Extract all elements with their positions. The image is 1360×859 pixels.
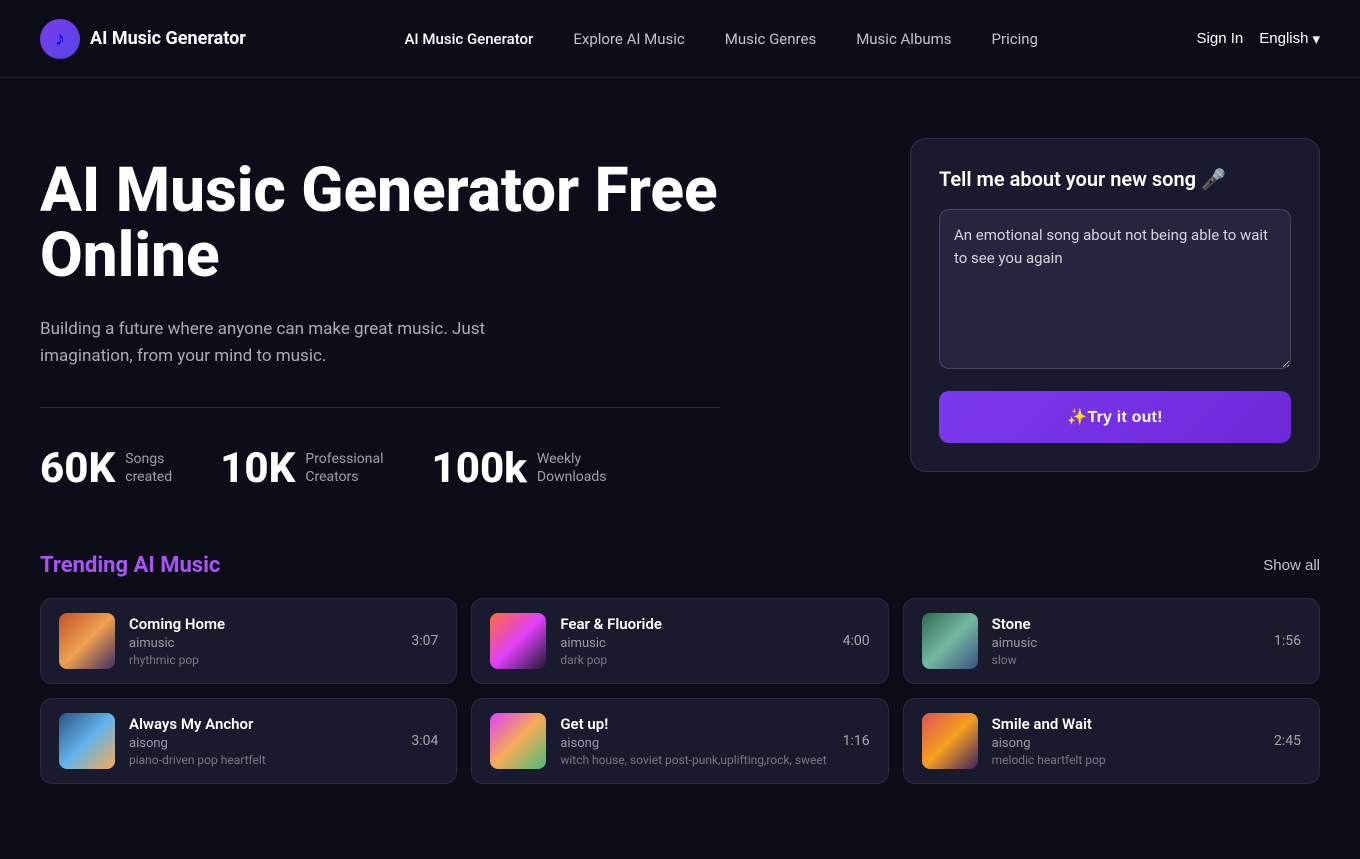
- track-card-fear-fluoride[interactable]: Fear & Fluoride aimusic dark pop 4:00: [471, 598, 888, 684]
- hero-left: AI Music Generator Free Online Building …: [40, 138, 870, 493]
- track-genre: witch house, soviet post-punk,uplifting,…: [560, 753, 828, 767]
- track-info-stone: Stone aimusic slow: [992, 615, 1260, 667]
- track-genre: slow: [992, 653, 1260, 667]
- track-artist: aimusic: [129, 636, 397, 651]
- track-name: Smile and Wait: [992, 715, 1260, 733]
- track-duration: 1:56: [1274, 633, 1301, 649]
- track-duration: 3:07: [411, 633, 438, 649]
- track-card-coming-home[interactable]: Coming Home aimusic rhythmic pop 3:07: [40, 598, 457, 684]
- song-generator-card: Tell me about your new song 🎤 ✨Try it ou…: [910, 138, 1320, 472]
- stat-creators-label: Professional Creators: [305, 450, 383, 486]
- track-artist: aisong: [560, 736, 828, 751]
- track-duration: 1:16: [843, 733, 870, 749]
- show-all-button[interactable]: Show all: [1263, 557, 1320, 574]
- track-thumbnail-get-up: [490, 713, 546, 769]
- trending-section: Trending AI Music Show all Coming Home a…: [0, 533, 1360, 824]
- track-card-smile-and-wait[interactable]: Smile and Wait aisong melodic heartfelt …: [903, 698, 1320, 784]
- track-duration: 2:45: [1274, 733, 1301, 749]
- track-artist: aisong: [129, 736, 397, 751]
- hero-divider: [40, 407, 720, 408]
- nav-link-pricing[interactable]: Pricing: [976, 22, 1054, 56]
- logo-icon: ♪: [40, 19, 80, 59]
- stat-downloads: 100k Weekly Downloads: [432, 444, 607, 493]
- stat-downloads-number: 100k: [432, 444, 527, 493]
- track-info-always-my-anchor: Always My Anchor aisong piano-driven pop…: [129, 715, 397, 767]
- track-artist: aimusic: [992, 636, 1260, 651]
- try-it-out-button[interactable]: ✨Try it out!: [939, 391, 1291, 443]
- trending-header: Trending AI Music Show all: [40, 553, 1320, 578]
- track-card-always-my-anchor[interactable]: Always My Anchor aisong piano-driven pop…: [40, 698, 457, 784]
- chevron-down-icon: ▾: [1312, 30, 1320, 48]
- trending-title: Trending AI Music: [40, 553, 220, 578]
- track-thumbnail-fear-fluoride: [490, 613, 546, 669]
- navbar: ♪ AI Music Generator AI Music Generator …: [0, 0, 1360, 78]
- nav-link-music-genres[interactable]: Music Genres: [709, 22, 832, 56]
- stat-creators: 10K Professional Creators: [220, 444, 383, 493]
- hero-stats: 60K Songs created 10K Professional Creat…: [40, 444, 870, 493]
- track-info-fear-fluoride: Fear & Fluoride aimusic dark pop: [560, 615, 828, 667]
- track-info-get-up: Get up! aisong witch house, soviet post-…: [560, 715, 828, 767]
- track-thumbnail-coming-home: [59, 613, 115, 669]
- track-card-get-up[interactable]: Get up! aisong witch house, soviet post-…: [471, 698, 888, 784]
- logo[interactable]: ♪ AI Music Generator: [40, 19, 246, 59]
- hero-title: AI Music Generator Free Online: [40, 158, 870, 288]
- nav-link-music-albums[interactable]: Music Albums: [840, 22, 967, 56]
- stat-songs: 60K Songs created: [40, 444, 172, 493]
- track-name: Stone: [992, 615, 1260, 633]
- stat-downloads-label: Weekly Downloads: [537, 450, 607, 486]
- stat-songs-number: 60K: [40, 444, 115, 493]
- track-thumbnail-stone: [922, 613, 978, 669]
- track-thumbnail-always-my-anchor: [59, 713, 115, 769]
- track-duration: 3:04: [411, 733, 438, 749]
- logo-text: AI Music Generator: [90, 28, 246, 49]
- language-selector[interactable]: English ▾: [1259, 30, 1320, 48]
- track-thumbnail-smile-and-wait: [922, 713, 978, 769]
- stat-songs-label: Songs created: [125, 450, 172, 486]
- nav-links: AI Music Generator Explore AI Music Musi…: [388, 22, 1053, 56]
- track-genre: dark pop: [560, 653, 828, 667]
- track-name: Always My Anchor: [129, 715, 397, 733]
- track-genre: melodic heartfelt pop: [992, 753, 1260, 767]
- track-info-smile-and-wait: Smile and Wait aisong melodic heartfelt …: [992, 715, 1260, 767]
- track-name: Fear & Fluoride: [560, 615, 828, 633]
- sign-in-button[interactable]: Sign In: [1197, 30, 1244, 47]
- song-description-input[interactable]: [939, 209, 1291, 369]
- track-name: Get up!: [560, 715, 828, 733]
- hero-subtitle: Building a future where anyone can make …: [40, 316, 520, 370]
- language-label: English: [1259, 30, 1308, 47]
- tracks-grid: Coming Home aimusic rhythmic pop 3:07 Fe…: [40, 598, 1320, 784]
- track-artist: aimusic: [560, 636, 828, 651]
- card-title: Tell me about your new song 🎤: [939, 167, 1291, 191]
- nav-link-ai-music-generator[interactable]: AI Music Generator: [388, 22, 549, 56]
- track-duration: 4:00: [843, 633, 870, 649]
- nav-right: Sign In English ▾: [1197, 30, 1320, 48]
- track-genre: piano-driven pop heartfelt: [129, 753, 397, 767]
- track-genre: rhythmic pop: [129, 653, 397, 667]
- stat-creators-number: 10K: [220, 444, 295, 493]
- hero-section: AI Music Generator Free Online Building …: [0, 78, 1360, 533]
- track-artist: aisong: [992, 736, 1260, 751]
- logo-music-icon: ♪: [55, 26, 65, 51]
- nav-link-explore-ai-music[interactable]: Explore AI Music: [557, 22, 700, 56]
- track-name: Coming Home: [129, 615, 397, 633]
- track-info-coming-home: Coming Home aimusic rhythmic pop: [129, 615, 397, 667]
- track-card-stone[interactable]: Stone aimusic slow 1:56: [903, 598, 1320, 684]
